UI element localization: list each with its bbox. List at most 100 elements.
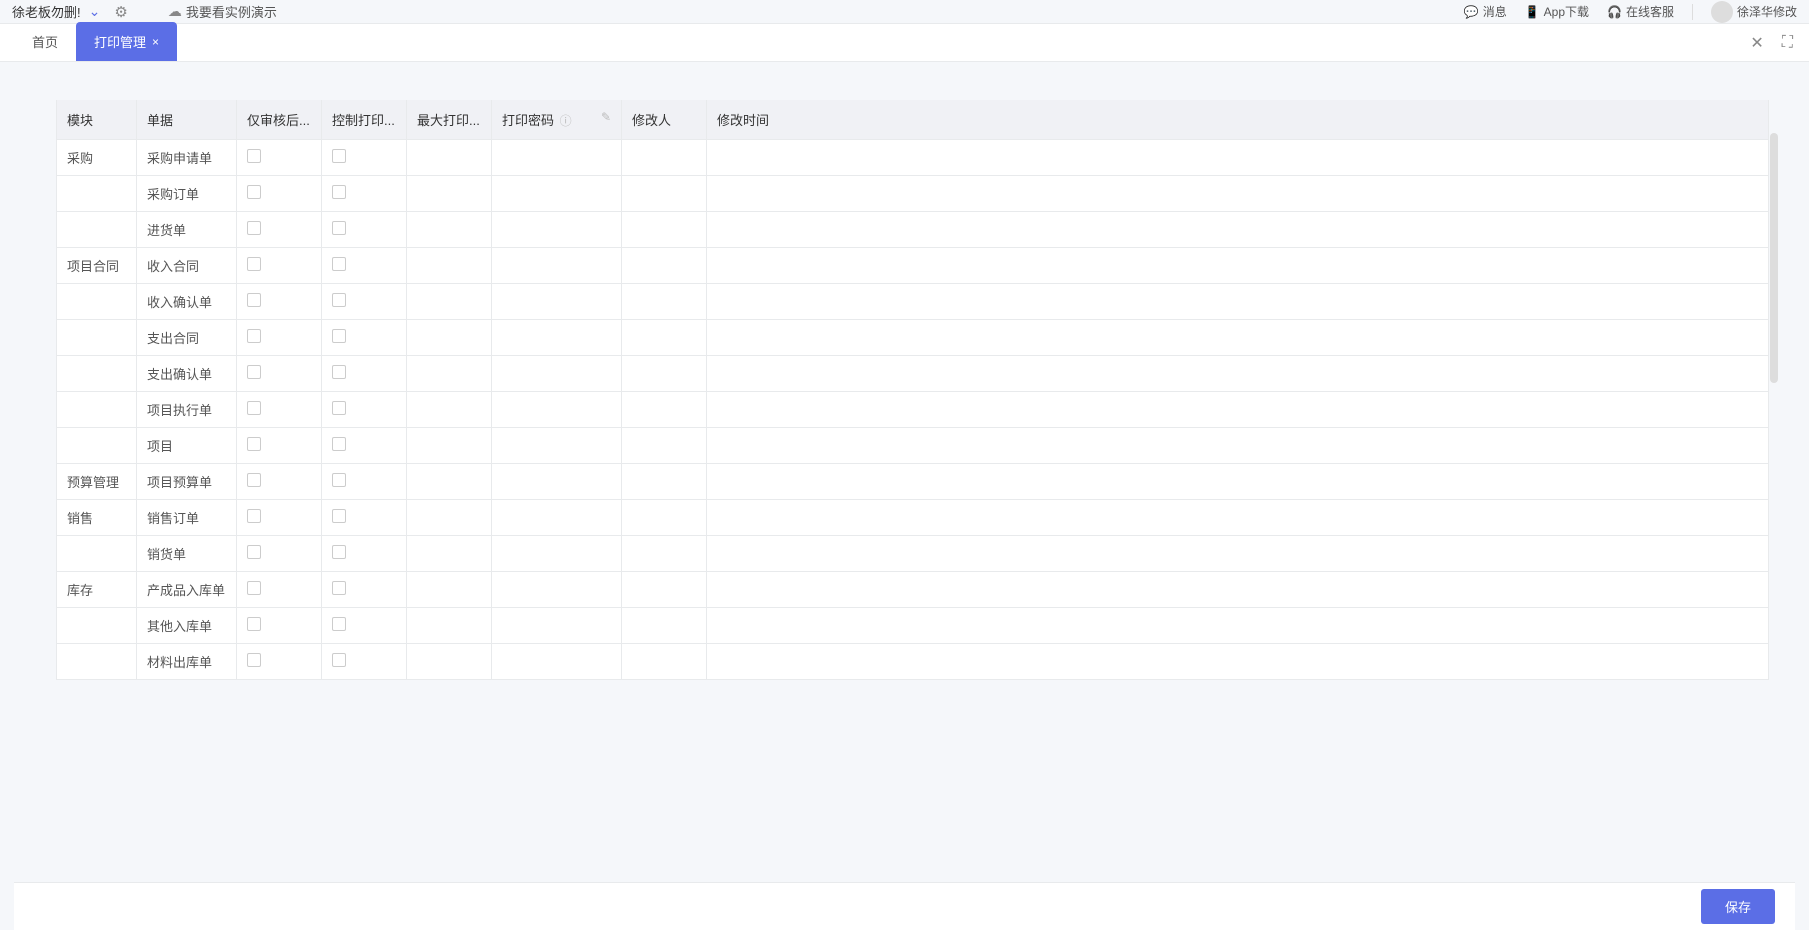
fullscreen-icon[interactable]: ⛶: [1778, 30, 1797, 56]
footer: 保存: [14, 882, 1795, 930]
checkbox[interactable]: [247, 437, 261, 451]
cell-print-pwd: [492, 320, 622, 356]
checkbox[interactable]: [247, 365, 261, 379]
checkbox[interactable]: [247, 653, 261, 667]
table-row: 项目执行单: [57, 392, 1769, 428]
checkbox[interactable]: [247, 257, 261, 271]
cell-print-pwd: [492, 644, 622, 680]
cell-print-pwd: [492, 536, 622, 572]
online-service-link[interactable]: 🎧 在线客服: [1607, 3, 1674, 20]
cell-module: 销售: [57, 500, 137, 536]
cell-max-print: [407, 284, 492, 320]
help-icon[interactable]: ⓘ: [560, 114, 572, 128]
table-row: 库存产成品入库单: [57, 572, 1769, 608]
demo-link[interactable]: ☁ 我要看实例演示: [168, 2, 277, 21]
cell-control-check: [322, 140, 407, 176]
th-doc: 单据: [137, 100, 237, 140]
close-all-icon[interactable]: ✕: [1746, 29, 1767, 57]
checkbox[interactable]: [332, 221, 346, 235]
th-modify-time: 修改时间: [707, 100, 1769, 140]
cell-module: 预算管理: [57, 464, 137, 500]
checkbox[interactable]: [332, 545, 346, 559]
checkbox[interactable]: [247, 185, 261, 199]
cell-print-pwd: [492, 284, 622, 320]
checkbox[interactable]: [332, 149, 346, 163]
checkbox[interactable]: [332, 509, 346, 523]
cell-control-check: [322, 572, 407, 608]
checkbox[interactable]: [247, 149, 261, 163]
th-max-print: 最大打印...: [407, 100, 492, 140]
table-wrap: 模块 单据 仅审核后... 控制打印... 最大打印... 打印密码 ⓘ ✎ 修…: [56, 100, 1769, 870]
table-row: 采购订单: [57, 176, 1769, 212]
checkbox[interactable]: [247, 293, 261, 307]
cell-audit-check: [237, 500, 322, 536]
checkbox[interactable]: [247, 545, 261, 559]
message-link[interactable]: 💬 消息: [1464, 3, 1507, 20]
message-icon: 💬: [1464, 5, 1479, 19]
cell-print-pwd: [492, 248, 622, 284]
cell-max-print: [407, 464, 492, 500]
cell-modify-time: [707, 212, 1769, 248]
table-row: 采购采购申请单: [57, 140, 1769, 176]
tab-print-mgmt-label: 打印管理: [94, 32, 146, 51]
cell-max-print: [407, 500, 492, 536]
cell-module: [57, 356, 137, 392]
checkbox[interactable]: [332, 401, 346, 415]
checkbox[interactable]: [247, 329, 261, 343]
cell-modify-time: [707, 608, 1769, 644]
print-settings-table: 模块 单据 仅审核后... 控制打印... 最大打印... 打印密码 ⓘ ✎ 修…: [56, 100, 1769, 680]
checkbox[interactable]: [247, 509, 261, 523]
cell-control-check: [322, 644, 407, 680]
tab-print-mgmt[interactable]: 打印管理 ×: [76, 22, 177, 61]
divider: [1692, 4, 1693, 20]
th-module: 模块: [57, 100, 137, 140]
th-print-pwd-label: 打印密码: [502, 113, 554, 128]
table-body: 采购采购申请单采购订单进货单项目合同收入合同收入确认单支出合同支出确认单项目执行…: [57, 140, 1769, 680]
close-icon[interactable]: ×: [152, 35, 159, 49]
checkbox[interactable]: [247, 473, 261, 487]
vertical-scrollbar[interactable]: [1770, 133, 1778, 383]
gear-icon[interactable]: ⚙: [114, 3, 127, 21]
username-label: 徐泽华修改: [1737, 3, 1797, 20]
checkbox[interactable]: [332, 581, 346, 595]
cell-max-print: [407, 536, 492, 572]
cell-modifier: [622, 356, 707, 392]
checkbox[interactable]: [332, 617, 346, 631]
checkbox[interactable]: [247, 401, 261, 415]
checkbox[interactable]: [332, 365, 346, 379]
tab-home[interactable]: 首页: [14, 22, 76, 61]
avatar: [1711, 1, 1733, 23]
cell-max-print: [407, 212, 492, 248]
edit-icon[interactable]: ✎: [601, 110, 611, 124]
table-row: 销货单: [57, 536, 1769, 572]
cell-print-pwd: [492, 212, 622, 248]
cell-modifier: [622, 320, 707, 356]
checkbox[interactable]: [332, 257, 346, 271]
checkbox[interactable]: [332, 473, 346, 487]
cell-print-pwd: [492, 464, 622, 500]
chevron-down-icon[interactable]: ⌄: [89, 3, 101, 20]
phone-icon: 📱: [1525, 5, 1540, 19]
checkbox[interactable]: [247, 221, 261, 235]
app-download-link[interactable]: 📱 App下载: [1525, 3, 1589, 20]
save-button[interactable]: 保存: [1701, 889, 1775, 924]
cell-modifier: [622, 392, 707, 428]
user-menu[interactable]: 徐泽华修改: [1711, 1, 1797, 23]
tab-bar: 首页 打印管理 × ✕ ⛶: [0, 24, 1809, 62]
checkbox[interactable]: [332, 293, 346, 307]
cell-max-print: [407, 644, 492, 680]
cell-doc: 支出确认单: [137, 356, 237, 392]
cell-control-check: [322, 284, 407, 320]
checkbox[interactable]: [332, 437, 346, 451]
checkbox[interactable]: [332, 329, 346, 343]
checkbox[interactable]: [247, 581, 261, 595]
checkbox[interactable]: [332, 653, 346, 667]
checkbox[interactable]: [332, 185, 346, 199]
cell-doc: 支出合同: [137, 320, 237, 356]
cell-control-check: [322, 428, 407, 464]
th-print-pwd: 打印密码 ⓘ ✎: [492, 100, 622, 140]
cell-modify-time: [707, 140, 1769, 176]
cell-control-check: [322, 176, 407, 212]
cell-max-print: [407, 608, 492, 644]
checkbox[interactable]: [247, 617, 261, 631]
